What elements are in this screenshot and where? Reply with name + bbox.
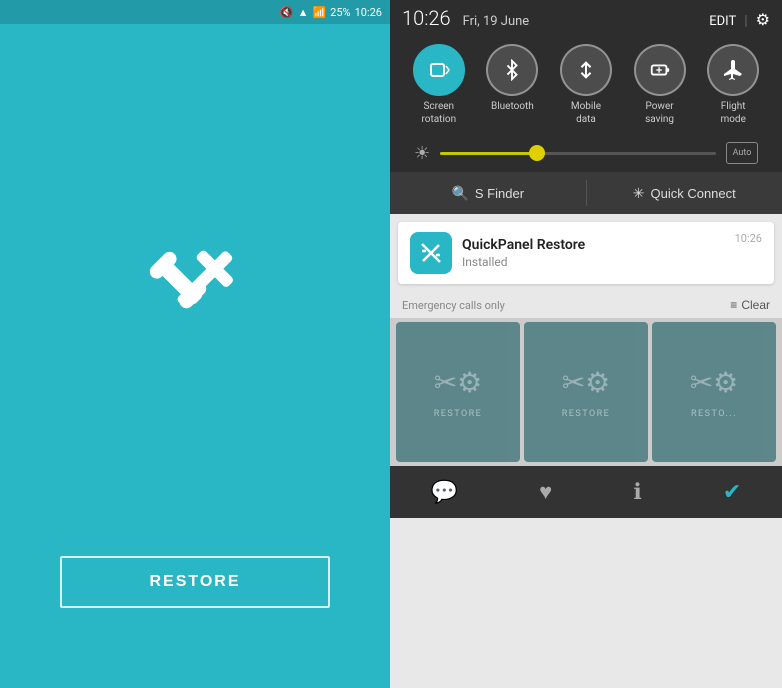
s-finder-label: S Finder <box>475 186 524 201</box>
mobile-data-label: Mobiledata <box>571 100 601 126</box>
bottom-nav: 💬 ♥ ℹ ✔ <box>390 466 782 518</box>
recent-app-3[interactable]: ✂⚙ RESTO... <box>652 322 776 462</box>
restore-btn-area: RESTORE <box>0 556 390 688</box>
auto-brightness-box[interactable]: Auto <box>726 142 758 164</box>
notif-app-icon <box>410 232 452 274</box>
toggle-bluetooth[interactable]: Bluetooth <box>486 44 538 126</box>
signal-icon: 📶 <box>312 6 326 19</box>
toggle-screen-rotation[interactable]: Screenrotation <box>413 44 465 126</box>
brightness-sun-icon[interactable]: ☀ <box>414 143 430 164</box>
time-row: 10:26 Fri, 19 June EDIT | ⚙ <box>390 0 782 30</box>
clear-button[interactable]: ≡ Clear <box>730 298 770 312</box>
quick-connect-icon: ✳ <box>633 185 645 202</box>
search-icon: 🔍 <box>451 185 468 202</box>
bluetooth-label: Bluetooth <box>491 100 534 113</box>
edit-button[interactable]: EDIT <box>709 14 736 29</box>
s-finder-button[interactable]: 🔍 S Finder <box>390 172 586 214</box>
recent-label-2: RESTORE <box>562 409 611 419</box>
mobile-data-icon-circle <box>560 44 612 96</box>
status-icons: 🔇 ▲ 📶 25% 10:26 <box>280 6 382 19</box>
battery-text: 25% <box>330 6 350 19</box>
screen-rotation-icon-circle <box>413 44 465 96</box>
brightness-slider[interactable] <box>440 152 716 155</box>
recent-label-1: RESTORE <box>434 409 483 419</box>
right-panel: 10:26 Fri, 19 June EDIT | ⚙ Screenrotati… <box>390 0 782 688</box>
nav-message-icon[interactable]: 💬 <box>431 480 458 505</box>
recent-tools-icon-3: ✂⚙ <box>690 366 739 399</box>
status-time: 10:26 <box>355 6 382 19</box>
clear-icon: ≡ <box>730 298 737 312</box>
brightness-thumb <box>529 145 545 161</box>
quick-toggles-row: Screenrotation Bluetooth Mobiledata <box>402 38 770 136</box>
toggle-flight-mode[interactable]: Flightmode <box>707 44 759 126</box>
wifi-icon: ▲ <box>298 6 309 19</box>
header-separator: | <box>744 13 747 29</box>
recent-apps: ✂⚙ RESTORE ✂⚙ RESTORE ✂⚙ RESTO... <box>390 318 782 466</box>
nav-heart-icon[interactable]: ♥ <box>539 479 552 505</box>
left-panel: 🔇 ▲ 📶 25% 10:26 RESTORE <box>0 0 390 688</box>
power-saving-label: Powersaving <box>645 100 674 126</box>
recent-tools-icon-2: ✂⚙ <box>562 366 611 399</box>
recent-tools-icon-1: ✂⚙ <box>434 366 483 399</box>
flight-mode-label: Flightmode <box>720 100 745 126</box>
clear-label: Clear <box>741 298 770 312</box>
quick-panel-header: Screenrotation Bluetooth Mobiledata <box>390 30 782 172</box>
notif-content: QuickPanel Restore Installed <box>462 237 725 269</box>
date-display: Fri, 19 June <box>463 14 530 29</box>
brightness-row: ☀ Auto <box>402 136 770 172</box>
clock-time: 10:26 <box>402 6 451 30</box>
notif-time: 10:26 <box>735 232 762 245</box>
toggle-mobile-data[interactable]: Mobiledata <box>560 44 612 126</box>
app-icon-area <box>130 24 260 556</box>
tools-icon <box>130 225 260 355</box>
settings-gear-icon[interactable]: ⚙ <box>756 10 770 29</box>
bluetooth-icon-circle <box>486 44 538 96</box>
screen-rotation-label: Screenrotation <box>421 100 456 126</box>
notification-card[interactable]: QuickPanel Restore Installed 10:26 <box>398 222 774 284</box>
emergency-row: Emergency calls only ≡ Clear <box>390 292 782 318</box>
quick-connect-button[interactable]: ✳ Quick Connect <box>587 172 782 214</box>
nav-info-icon[interactable]: ℹ <box>633 480 641 505</box>
mute-icon: 🔇 <box>280 6 294 19</box>
quick-connect-label: Quick Connect <box>650 186 735 201</box>
emergency-text: Emergency calls only <box>402 299 505 312</box>
finder-row: 🔍 S Finder ✳ Quick Connect <box>390 172 782 214</box>
recent-label-3: RESTO... <box>691 409 737 419</box>
power-saving-icon-circle <box>634 44 686 96</box>
flight-mode-icon-circle <box>707 44 759 96</box>
left-status-bar: 🔇 ▲ 📶 25% 10:26 <box>0 0 390 24</box>
recent-app-2[interactable]: ✂⚙ RESTORE <box>524 322 648 462</box>
brightness-fill <box>440 152 537 155</box>
notification-area: QuickPanel Restore Installed 10:26 Emerg… <box>390 214 782 688</box>
recent-app-1[interactable]: ✂⚙ RESTORE <box>396 322 520 462</box>
toggle-power-saving[interactable]: Powersaving <box>634 44 686 126</box>
nav-check-icon[interactable]: ✔ <box>723 480 741 505</box>
restore-button[interactable]: RESTORE <box>60 556 330 608</box>
notif-title: QuickPanel Restore <box>462 237 725 253</box>
auto-brightness-label: Auto <box>733 148 752 158</box>
notif-sub: Installed <box>462 255 725 269</box>
